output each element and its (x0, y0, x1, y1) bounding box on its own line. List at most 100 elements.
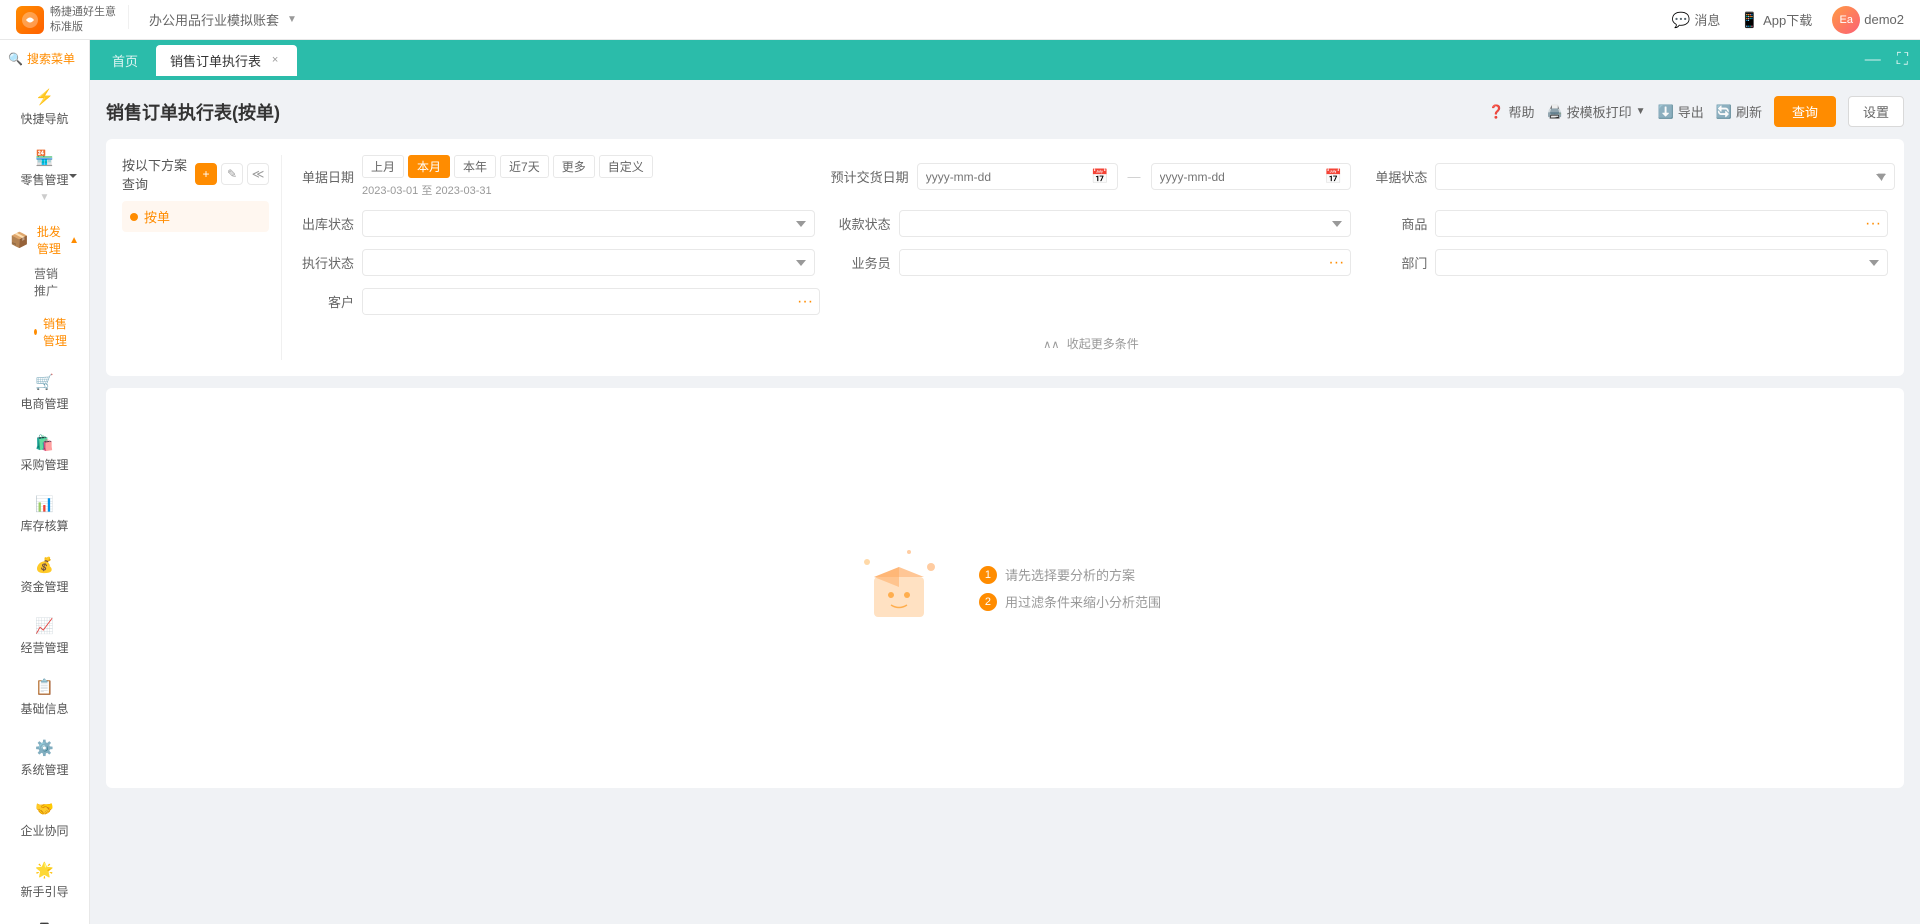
sidebar-item-finance[interactable]: 💰 资金管理 (6, 546, 83, 605)
product-label: 商品 (1367, 214, 1427, 233)
search-icon: 🔍 (8, 52, 23, 66)
scheme-item-by-order[interactable]: 按单 (122, 201, 269, 232)
date-btn-last-month[interactable]: 上月 (362, 155, 404, 178)
date-btn-more[interactable]: 更多 (553, 155, 595, 178)
top-header: 畅捷通好生意 标准版 办公用品行业模拟账套 ▼ 💬 消息 📱 App下载 Ea … (0, 0, 1920, 40)
scheme-collapse-btn[interactable]: ≪ (247, 163, 269, 185)
operations-icon: 📈 (35, 617, 54, 635)
customer-input[interactable] (363, 289, 791, 314)
filter-salesperson-field: 业务员 ··· (831, 249, 1352, 276)
filter-delivery-field: 出库状态 (294, 210, 815, 237)
sidebar-item-marketing[interactable]: 营销推广 (10, 257, 79, 307)
status-select[interactable] (1435, 163, 1895, 190)
status-label: 单据状态 (1367, 167, 1427, 186)
logo-icon (16, 6, 44, 34)
message-action[interactable]: 💬 消息 (1672, 10, 1721, 29)
user-action[interactable]: Ea demo2 (1832, 6, 1904, 34)
empty-steps: 1 请先选择要分析的方案 2 用过滤条件来缩小分析范围 (979, 565, 1161, 611)
date-btn-this-year[interactable]: 本年 (454, 155, 496, 178)
sidebar-item-appcenter[interactable]: 📱 应用中心 (6, 912, 83, 924)
sidebar-item-wholesale[interactable]: 📦 批发管理 ▲ 营销推广 销售管理 (6, 215, 83, 361)
sidebar-item-basic[interactable]: 📋 基础信息 (6, 668, 83, 727)
expected-date-range: 📅 — 📅 (917, 163, 1352, 190)
filter-form: 单据日期 上月 本月 本年 近7天 更多 自定义 (294, 155, 1888, 360)
date-quick-btns: 上月 本月 本年 近7天 更多 自定义 (362, 155, 815, 178)
salesperson-label: 业务员 (831, 253, 891, 272)
finance-icon: 💰 (35, 556, 54, 574)
sidebar-item-quicknav[interactable]: ⚡ 快捷导航 (6, 78, 83, 137)
sidebar-item-enterprise[interactable]: 🤝 企业协同 (6, 790, 83, 849)
main-layout: 🔍 搜索菜单 ⚡ 快捷导航 🏪 零售管理 ▼ 📦 批发管理 ▲ 营销推广 (0, 40, 1920, 924)
execution-select[interactable] (362, 249, 815, 276)
product-input-wrapper: ··· (1435, 210, 1888, 237)
expected-date-end[interactable] (1160, 170, 1325, 184)
tab-home[interactable]: 首页 (98, 45, 152, 76)
filter-status-field: 单据状态 ▼ (1367, 163, 1888, 190)
purchase-icon: 🛍️ (35, 434, 54, 452)
filter-row-2: 出库状态 收款状态 (294, 210, 1888, 237)
date-btn-this-month[interactable]: 本月 (408, 155, 450, 178)
sidebar: 🔍 搜索菜单 ⚡ 快捷导航 🏪 零售管理 ▼ 📦 批发管理 ▲ 营销推广 (0, 40, 90, 924)
expand-arrow-icon: ▲ (69, 235, 79, 246)
delivery-select[interactable] (362, 210, 815, 237)
scheme-add-btn[interactable]: + (195, 163, 217, 185)
payment-select[interactable] (899, 210, 1352, 237)
department-select[interactable] (1435, 249, 1888, 276)
customer-ellipsis-btn[interactable]: ··· (791, 291, 819, 313)
tab-bar: 首页 销售订单执行表 × — ⛶ (90, 40, 1920, 80)
sidebar-item-ecommerce[interactable]: 🛒 电商管理 (6, 363, 83, 422)
salesperson-ellipsis-btn[interactable]: ··· (1322, 252, 1350, 274)
page-actions: ❓ 帮助 🖨️ 按模板打印 ▼ ⬇️ 导出 🔄 刷新 (1488, 96, 1904, 127)
sidebar-item-sales[interactable]: 销售管理 (10, 307, 79, 357)
filter-department-field: 部门 (1367, 249, 1888, 276)
app-download-action[interactable]: 📱 App下载 (1740, 10, 1812, 29)
export-icon: ⬇️ (1658, 104, 1674, 120)
main-panel: 1 请先选择要分析的方案 2 用过滤条件来缩小分析范围 (106, 388, 1904, 788)
wholesale-submenu: 营销推广 销售管理 (10, 257, 79, 357)
chevron-icon: ▼ (40, 192, 50, 203)
date-range-text: 2023-03-01 至 2023-03-31 (362, 182, 815, 198)
scheme-edit-btn[interactable]: ✎ (221, 163, 243, 185)
customer-input-wrapper: ··· (362, 288, 820, 315)
refresh-icon: 🔄 (1716, 104, 1732, 120)
sidebar-item-operations[interactable]: 📈 经营管理 (6, 607, 83, 666)
ecommerce-icon: 🛒 (35, 373, 54, 391)
product-ellipsis-btn[interactable]: ··· (1859, 213, 1887, 235)
scheme-panel: 按以下方案查询 + ✎ ≪ 按单 (122, 155, 282, 360)
payment-label: 收款状态 (831, 214, 891, 233)
customer-label: 客户 (294, 292, 354, 311)
department-label: 部门 (1367, 253, 1427, 272)
sidebar-item-retail[interactable]: 🏪 零售管理 ▼ (6, 139, 83, 213)
collapse-bar[interactable]: ∧∧ 收起更多条件 (294, 327, 1888, 360)
scheme-panel-title: 按以下方案查询 (122, 155, 195, 193)
filter-main: 按以下方案查询 + ✎ ≪ 按单 (122, 155, 1888, 360)
sidebar-item-system[interactable]: ⚙️ 系统管理 (6, 729, 83, 788)
date-btn-custom[interactable]: 自定义 (599, 155, 653, 178)
calendar-start-icon: 📅 (1091, 168, 1108, 185)
sidebar-item-newbie[interactable]: 🌟 新手引导 (6, 851, 83, 910)
settings-btn[interactable]: 设置 (1848, 96, 1904, 127)
tab-maximize-btn[interactable]: ⛶ (1893, 47, 1912, 73)
date-btn-7days[interactable]: 近7天 (500, 155, 549, 178)
search-menu[interactable]: 🔍 搜索菜单 (0, 40, 89, 77)
sidebar-item-inventory[interactable]: 📊 库存核算 (6, 485, 83, 544)
chevron-down-icon: ▼ (287, 14, 297, 25)
filter-product-field: 商品 ··· (1367, 210, 1888, 237)
template-print-btn[interactable]: 🖨️ 按模板打印 ▼ (1546, 102, 1645, 121)
tab-active[interactable]: 销售订单执行表 × (156, 45, 297, 76)
query-btn[interactable]: 查询 (1774, 96, 1836, 127)
expected-date-start[interactable] (926, 170, 1091, 184)
product-input[interactable] (1436, 211, 1859, 236)
salesperson-input[interactable] (900, 250, 1323, 275)
export-btn[interactable]: ⬇️ 导出 (1658, 102, 1704, 121)
delivery-label: 出库状态 (294, 214, 354, 233)
collapse-icon: ∧∧ (1043, 339, 1059, 351)
sidebar-item-purchase[interactable]: 🛍️ 采购管理 (6, 424, 83, 483)
tab-close-icon[interactable]: × (267, 52, 283, 68)
tab-minimize-btn[interactable]: — (1861, 47, 1885, 73)
expected-date-label: 预计交货日期 (831, 167, 909, 186)
industry-selector[interactable]: 办公用品行业模拟账套 ▼ (141, 6, 305, 33)
filter-expected-date-field: 预计交货日期 📅 — 📅 (831, 163, 1352, 190)
refresh-btn[interactable]: 🔄 刷新 (1716, 102, 1762, 121)
help-btn[interactable]: ❓ 帮助 (1488, 102, 1534, 121)
